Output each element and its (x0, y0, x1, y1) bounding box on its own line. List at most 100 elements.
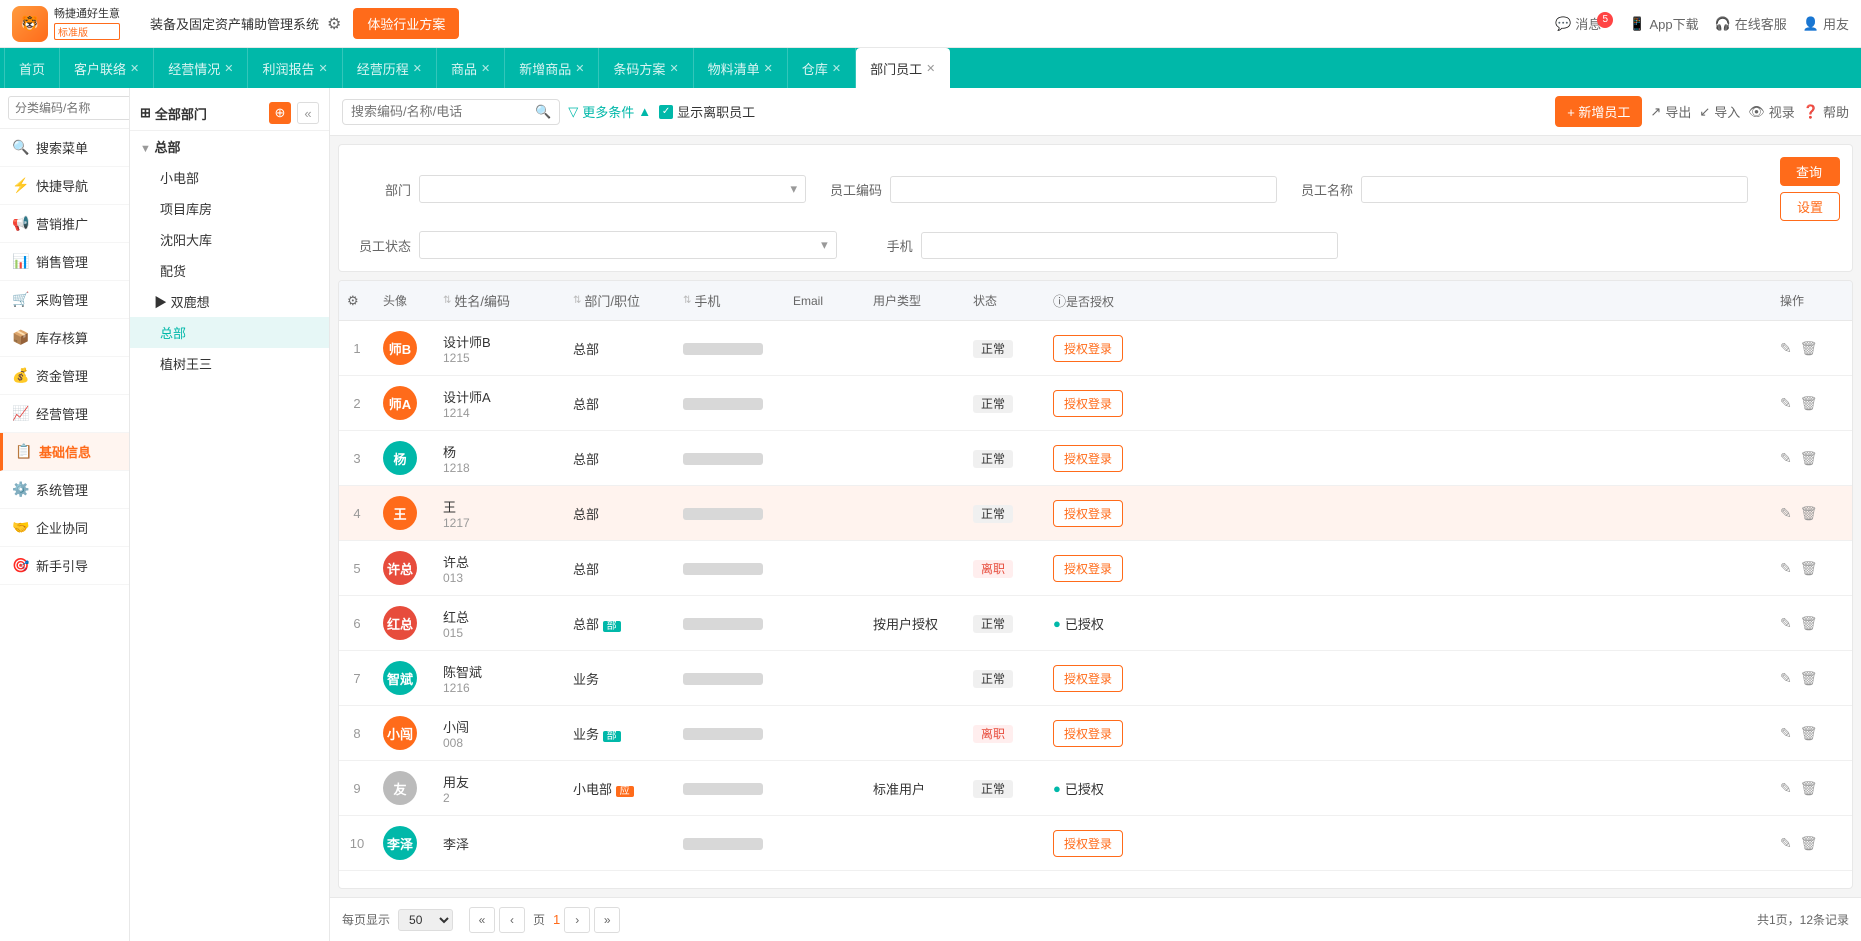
delete-btn[interactable]: 🗑 (1800, 560, 1818, 577)
sidebar-item-basic[interactable]: 📋基础信息 (0, 433, 129, 471)
export-btn[interactable]: ↗ 导出 (1650, 102, 1691, 121)
tab-bom[interactable]: 物料清单✕ (694, 48, 788, 88)
authorize-btn[interactable]: 授权登录 (1053, 830, 1123, 857)
set-btn[interactable]: 设置 (1780, 192, 1840, 221)
page-next-btn[interactable]: › (564, 907, 590, 933)
dept-node-peihuo[interactable]: 配货 (130, 255, 329, 286)
message-btn[interactable]: 💬 消息 5 (1555, 14, 1613, 33)
delete-btn[interactable]: 🗑 (1800, 395, 1818, 412)
add-employee-btn[interactable]: + 新增员工 (1555, 96, 1642, 127)
dept-add-btn[interactable]: ⊕ (269, 102, 291, 124)
user-btn[interactable]: 👤 用友 (1803, 14, 1849, 33)
search-input[interactable] (351, 104, 531, 119)
edit-btn[interactable]: ✎ (1780, 615, 1792, 632)
tab-business[interactable]: 经营情况✕ (154, 48, 248, 88)
query-btn[interactable]: 查询 (1780, 157, 1840, 186)
sidebar-item-system[interactable]: ⚙️系统管理 (0, 471, 129, 509)
experience-button[interactable]: 体验行业方案 (353, 8, 459, 39)
authorize-btn[interactable]: 授权登录 (1053, 445, 1123, 472)
sidebar-item-guide[interactable]: 🎯新手引导 (0, 547, 129, 585)
edit-btn[interactable]: ✎ (1780, 725, 1792, 742)
edit-btn[interactable]: ✎ (1780, 395, 1792, 412)
help-btn[interactable]: ❓ 帮助 (1803, 102, 1849, 121)
tab-employee[interactable]: 部门员工✕ (856, 48, 950, 88)
authorize-btn[interactable]: 授权登录 (1053, 555, 1123, 582)
authorize-btn[interactable]: 授权登录 (1053, 720, 1123, 747)
tab-customer-close[interactable]: ✕ (130, 62, 139, 75)
tab-history[interactable]: 经营历程✕ (343, 48, 437, 88)
edit-btn[interactable]: ✎ (1780, 835, 1792, 852)
tab-profit-close[interactable]: ✕ (319, 62, 328, 75)
sidebar-item-marketing[interactable]: 📢营销推广 (0, 205, 129, 243)
search-icon[interactable]: 🔍 (535, 104, 551, 120)
tab-history-close[interactable]: ✕ (413, 62, 422, 75)
view-btn[interactable]: 👁 视录 (1748, 102, 1795, 121)
status-filter-select[interactable]: ▾ (419, 231, 837, 259)
dept-node-xiaodianbu[interactable]: 小电部 (130, 162, 329, 193)
emp-name-filter-input[interactable] (1361, 176, 1748, 203)
page-last-btn[interactable]: » (594, 907, 620, 933)
delete-btn[interactable]: 🗑 (1800, 835, 1818, 852)
sidebar-item-sales[interactable]: 📊销售管理 (0, 243, 129, 281)
show-leave-checkbox[interactable]: ✓ (659, 105, 673, 119)
tab-warehouse-close[interactable]: ✕ (832, 62, 841, 75)
sidebar-item-purchase[interactable]: 🛒采购管理 (0, 281, 129, 319)
tab-new-goods-close[interactable]: ✕ (575, 62, 584, 75)
phone-filter-input[interactable] (921, 232, 1339, 259)
authorize-btn[interactable]: 授权登录 (1053, 390, 1123, 417)
show-leave-checkbox-area[interactable]: ✓ 显示离职员工 (659, 102, 755, 121)
import-btn[interactable]: ↙ 导入 (1699, 102, 1740, 121)
tab-profit[interactable]: 利润报告✕ (248, 48, 342, 88)
delete-btn[interactable]: 🗑 (1800, 780, 1818, 797)
page-first-btn[interactable]: « (469, 907, 495, 933)
sidebar-item-collab[interactable]: 🤝企业协同 (0, 509, 129, 547)
online-service-btn[interactable]: 🎧 在线客服 (1715, 14, 1787, 33)
dept-node-zongbu[interactable]: 总部 (130, 317, 329, 348)
delete-btn[interactable]: 🗑 (1800, 670, 1818, 687)
tab-customer[interactable]: 客户联络✕ (60, 48, 154, 88)
tab-goods-close[interactable]: ✕ (481, 62, 490, 75)
dept-node-shuangluxiang[interactable]: ▶ 双鹿想 (130, 286, 329, 317)
authorize-btn[interactable]: 授权登录 (1053, 335, 1123, 362)
delete-btn[interactable]: 🗑 (1800, 450, 1818, 467)
edit-btn[interactable]: ✎ (1780, 560, 1792, 577)
edit-btn[interactable]: ✎ (1780, 340, 1792, 357)
delete-btn[interactable]: 🗑 (1800, 615, 1818, 632)
dept-filter-select[interactable]: ▾ (419, 175, 806, 203)
delete-btn[interactable]: 🗑 (1800, 725, 1818, 742)
sidebar-item-inventory[interactable]: 📦库存核算 (0, 319, 129, 357)
dept-node-xiangmu[interactable]: 项目库房 (130, 193, 329, 224)
settings-icon[interactable]: ⚙ (327, 14, 341, 34)
per-page-select[interactable]: 50 100 (398, 909, 453, 931)
sidebar-search-input[interactable] (8, 96, 130, 120)
tab-barcode[interactable]: 条码方案✕ (599, 48, 693, 88)
sidebar-item-search[interactable]: 🔍搜索菜单 (0, 129, 129, 167)
app-download-btn[interactable]: 📱 App下载 (1629, 14, 1698, 33)
dept-collapse-btn[interactable]: « (297, 102, 319, 124)
tab-barcode-close[interactable]: ✕ (669, 62, 678, 75)
tab-home[interactable]: 首页 (4, 48, 60, 88)
sidebar-item-finance[interactable]: 💰资金管理 (0, 357, 129, 395)
authorize-btn[interactable]: 授权登录 (1053, 665, 1123, 692)
dept-node-zongbu-group[interactable]: ▼ 总部 (130, 131, 329, 162)
tab-new-goods[interactable]: 新增商品✕ (505, 48, 599, 88)
delete-btn[interactable]: 🗑 (1800, 340, 1818, 357)
delete-btn[interactable]: 🗑 (1800, 505, 1818, 522)
sidebar-item-nav[interactable]: ⚡快捷导航 (0, 167, 129, 205)
dept-node-zhishu[interactable]: 植树王三 (130, 348, 329, 379)
tab-warehouse[interactable]: 仓库✕ (788, 48, 856, 88)
tab-employee-close[interactable]: ✕ (926, 62, 935, 75)
authorize-btn[interactable]: 授权登录 (1053, 500, 1123, 527)
edit-btn[interactable]: ✎ (1780, 450, 1792, 467)
edit-btn[interactable]: ✎ (1780, 505, 1792, 522)
tab-business-close[interactable]: ✕ (224, 62, 233, 75)
settings-col-icon[interactable]: ⚙ (347, 293, 359, 308)
tab-bom-close[interactable]: ✕ (764, 62, 773, 75)
edit-btn[interactable]: ✎ (1780, 780, 1792, 797)
page-prev-btn[interactable]: ‹ (499, 907, 525, 933)
sidebar-item-operation[interactable]: 📈经营管理 (0, 395, 129, 433)
emp-code-filter-input[interactable] (890, 176, 1277, 203)
dept-node-shenyang[interactable]: 沈阳大库 (130, 224, 329, 255)
more-filter-btn[interactable]: ▽ 更多条件 ▲ (568, 102, 651, 121)
tab-goods[interactable]: 商品✕ (437, 48, 505, 88)
